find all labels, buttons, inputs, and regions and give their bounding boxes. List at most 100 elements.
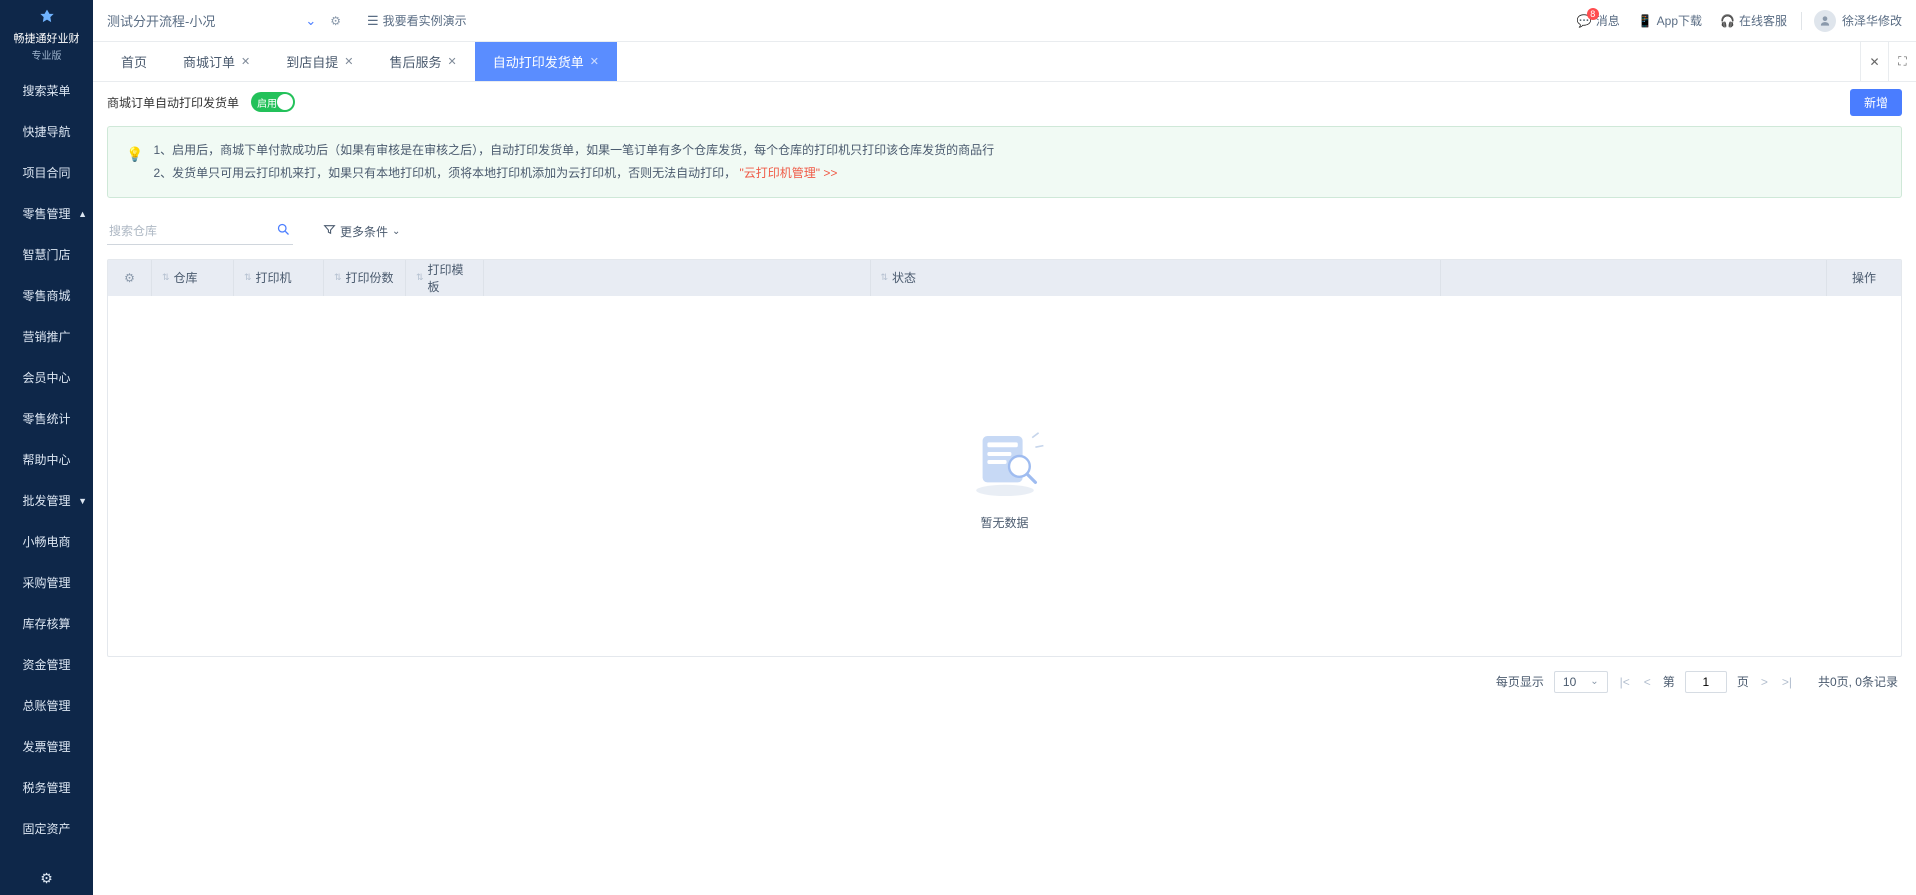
- project-name: 测试分开流程-小况: [107, 11, 215, 30]
- nav-item-label: 工资: [34, 861, 58, 862]
- tab[interactable]: 商城订单✕: [165, 42, 268, 81]
- page-suffix: 页: [1737, 673, 1749, 690]
- page-input[interactable]: [1685, 671, 1727, 693]
- project-settings-icon[interactable]: ⚙: [330, 14, 341, 28]
- info-panel: 💡 1、启用后，商城下单付款成功后（如果有审核是在审核之后），自动打印发货单，如…: [107, 126, 1902, 198]
- tab[interactable]: 到店自提 ✕: [268, 42, 371, 81]
- nav-item[interactable]: 营销推广: [0, 316, 93, 357]
- col-printer[interactable]: ⇅打印机: [234, 260, 324, 296]
- project-select[interactable]: 测试分开流程-小况 ⌄: [107, 11, 316, 30]
- nav-item[interactable]: 会员中心: [0, 357, 93, 398]
- nav-item-label: 批发管理: [22, 492, 70, 509]
- feature-toolbar: 商城订单自动打印发货单 启用 新增: [93, 82, 1916, 122]
- nav-item-label: 发票管理: [22, 738, 70, 755]
- avatar[interactable]: [1814, 10, 1836, 32]
- bulb-icon: 💡: [126, 141, 143, 185]
- nav-item[interactable]: 税务管理: [0, 767, 93, 808]
- pager-summary: 共0页, 0条记录: [1818, 673, 1898, 690]
- nav-list: 搜索菜单快捷导航项目合同零售管理▲ 智慧门店零售商城营销推广会员中心零售统计帮助中…: [0, 70, 93, 862]
- nav-item[interactable]: 采购管理: [0, 562, 93, 603]
- nav-item[interactable]: 发票管理: [0, 726, 93, 767]
- col-status[interactable]: ⇅状态: [871, 260, 1441, 296]
- tab-label: 首页: [121, 52, 147, 71]
- nav-item[interactable]: 总账管理: [0, 685, 93, 726]
- presentation-icon: ☰: [367, 13, 379, 29]
- filters: 更多条件 ⌄: [107, 218, 1902, 245]
- nav-item-label: 税务管理: [22, 779, 70, 796]
- page-prefix: 第: [1663, 673, 1675, 690]
- pager-last[interactable]: >|: [1780, 675, 1794, 689]
- nav-item-label: 零售商城: [22, 287, 70, 304]
- pager: 每页显示 10 ⌄ |< < 第 页 > >| 共0页, 0条记录: [107, 657, 1902, 707]
- nav-item[interactable]: 资金管理: [0, 644, 93, 685]
- more-conditions-button[interactable]: 更多条件 ⌄: [323, 223, 400, 240]
- fullscreen-button[interactable]: ⛶: [1888, 42, 1916, 81]
- demo-link[interactable]: ☰ 我要看实例演示: [367, 12, 467, 29]
- nav-item[interactable]: 零售商城: [0, 275, 93, 316]
- nav-item[interactable]: 批发管理▼: [0, 480, 93, 521]
- nav-item[interactable]: 搜索菜单: [0, 70, 93, 111]
- more-conditions-label: 更多条件: [340, 223, 388, 240]
- nav-item[interactable]: 固定资产: [0, 808, 93, 849]
- nav-item[interactable]: 库存核算: [0, 603, 93, 644]
- search-icon[interactable]: [276, 222, 291, 240]
- col-warehouse[interactable]: ⇅仓库: [152, 260, 234, 296]
- warehouse-search-input[interactable]: [107, 218, 293, 245]
- close-icon[interactable]: ✕: [241, 55, 250, 68]
- feature-label: 商城订单自动打印发货单: [107, 94, 239, 111]
- app-download-label: App下载: [1657, 12, 1702, 29]
- pager-first[interactable]: |<: [1618, 675, 1632, 689]
- tab[interactable]: 自动打印发货单 ✕: [475, 42, 617, 81]
- table-header: ⚙ ⇅仓库 ⇅打印机 ⇅打印份数 ⇅打印模板 ⇅状态 操作: [108, 260, 1901, 296]
- main: 测试分开流程-小况 ⌄ ⚙ ☰ 我要看实例演示 💬 消息 8 📱 App下载 🎧…: [93, 0, 1916, 895]
- toggle-label: 启用: [257, 95, 277, 110]
- nav-item[interactable]: 智慧门店: [0, 234, 93, 275]
- nav-item[interactable]: 零售统计: [0, 398, 93, 439]
- nav-item[interactable]: 工资: [0, 849, 93, 862]
- nav-item-label: 帮助中心: [22, 451, 70, 468]
- username[interactable]: 徐泽华修改: [1842, 12, 1902, 29]
- close-icon[interactable]: ✕: [590, 55, 599, 68]
- nav-item-label: 智慧门店: [22, 246, 70, 263]
- sidebar: 畅捷通好业财 专业版 搜索菜单快捷导航项目合同零售管理▲智慧门店零售商城营销推广…: [0, 0, 93, 895]
- demo-label: 我要看实例演示: [383, 12, 467, 29]
- tab[interactable]: 首页: [103, 42, 165, 81]
- page-size-select[interactable]: 10 ⌄: [1554, 671, 1608, 693]
- tab-label: 到店自提: [286, 52, 338, 71]
- pager-prev[interactable]: <: [1642, 675, 1653, 689]
- col-action: 操作: [1827, 260, 1901, 296]
- empty-text: 暂无数据: [980, 514, 1028, 531]
- col-copies[interactable]: ⇅打印份数: [324, 260, 406, 296]
- tab-label: 自动打印发货单: [493, 52, 584, 71]
- tab[interactable]: 售后服务 ✕: [371, 42, 474, 81]
- col-template[interactable]: ⇅打印模板: [406, 260, 484, 296]
- nav-item-label: 库存核算: [22, 615, 70, 632]
- sort-icon: ⇅: [162, 273, 170, 282]
- sidebar-settings[interactable]: ⚙: [0, 862, 93, 895]
- nav-item[interactable]: 快捷导航: [0, 111, 93, 152]
- nav-item[interactable]: 零售管理▲: [0, 193, 93, 234]
- column-settings-button[interactable]: ⚙: [108, 260, 152, 296]
- pager-next[interactable]: >: [1759, 675, 1770, 689]
- service-button[interactable]: 🎧 在线客服: [1720, 12, 1787, 29]
- table: ⚙ ⇅仓库 ⇅打印机 ⇅打印份数 ⇅打印模板 ⇅状态 操作: [107, 259, 1902, 657]
- tab-close-button[interactable]: ✕: [1860, 42, 1888, 81]
- tab-label: 售后服务: [389, 52, 441, 71]
- cloud-printer-link[interactable]: "云打印机管理" >>: [739, 166, 837, 180]
- app-download-button[interactable]: 📱 App下载: [1638, 12, 1702, 29]
- brand-name: 畅捷通好业财: [14, 30, 80, 46]
- enable-toggle[interactable]: 启用: [251, 92, 295, 112]
- nav-item[interactable]: 帮助中心: [0, 439, 93, 480]
- empty-icon: [955, 420, 1055, 500]
- nav-item-label: 小畅电商: [22, 533, 70, 550]
- messages-button[interactable]: 💬 消息 8: [1577, 12, 1620, 29]
- add-button[interactable]: 新增: [1850, 89, 1902, 116]
- nav-item[interactable]: 小畅电商: [0, 521, 93, 562]
- info-line-1: 1、启用后，商城下单付款成功后（如果有审核是在审核之后），自动打印发货单，如果一…: [153, 139, 994, 162]
- close-icon[interactable]: ✕: [448, 55, 457, 68]
- table-empty: 暂无数据: [108, 296, 1901, 656]
- nav-item-label: 采购管理: [22, 574, 70, 591]
- nav-item-label: 营销推广: [22, 328, 70, 345]
- nav-item[interactable]: 项目合同: [0, 152, 93, 193]
- close-icon[interactable]: ✕: [344, 55, 353, 68]
